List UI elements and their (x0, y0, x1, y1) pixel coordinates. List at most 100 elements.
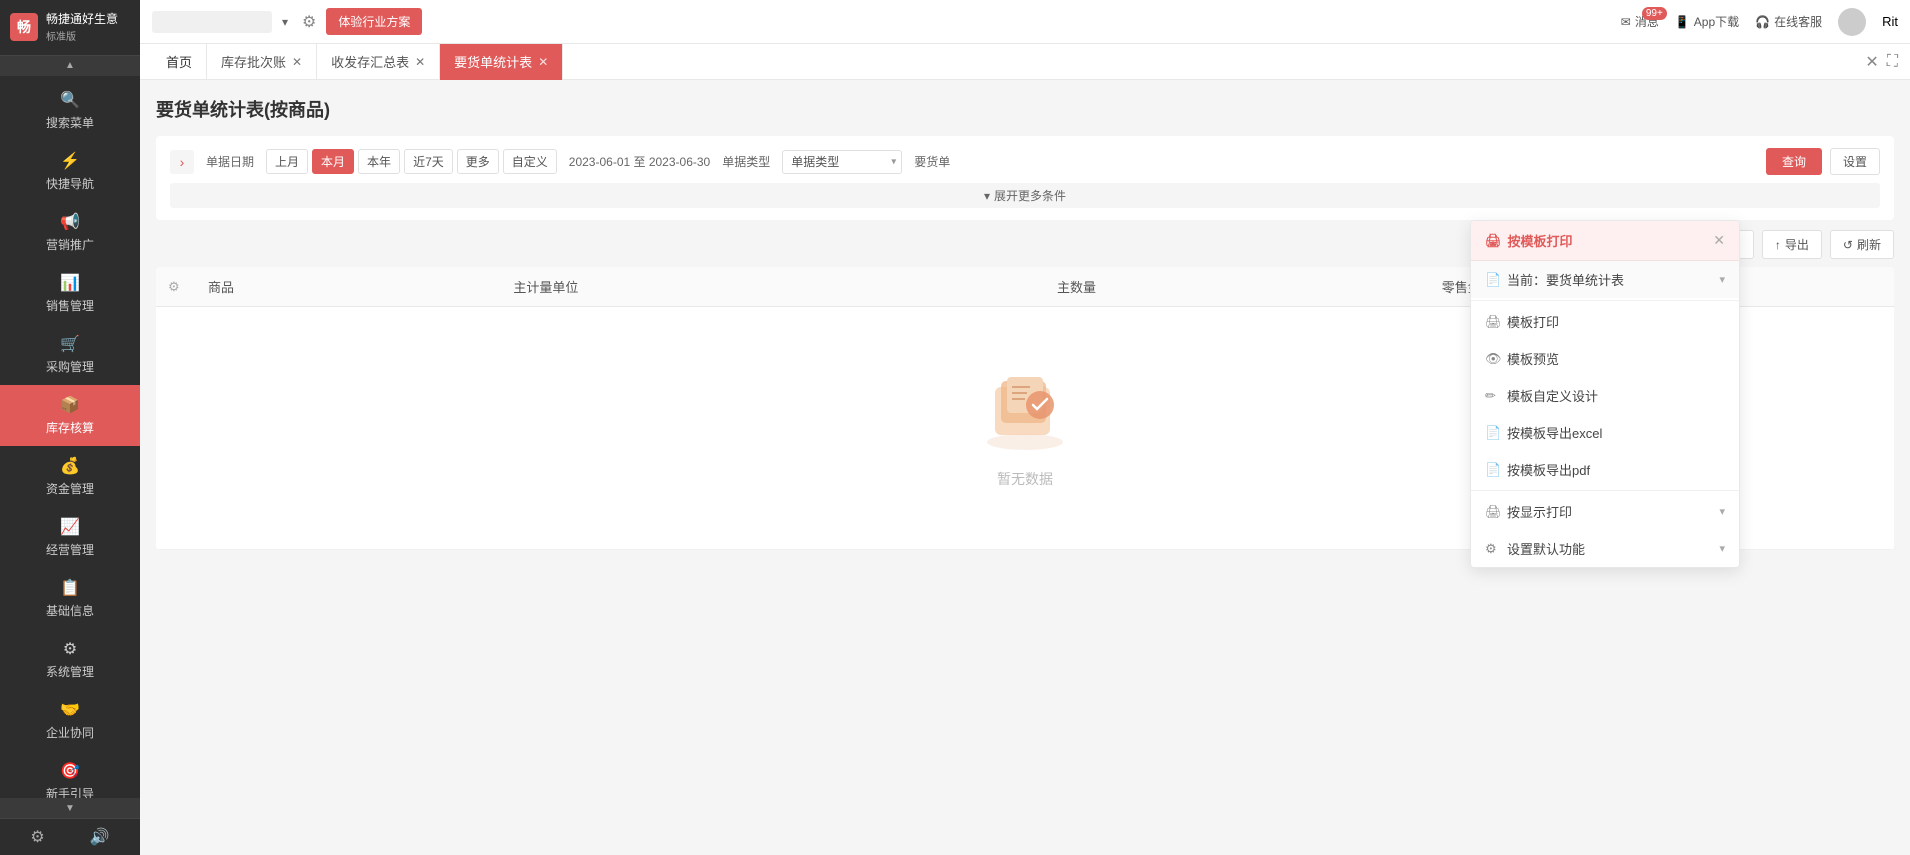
app-download-btn[interactable]: 📱 App下载 (1675, 13, 1739, 30)
purchase-icon: 🛒 (60, 334, 80, 354)
sidebar-item-label: 采购管理 (46, 358, 94, 375)
dropdown-current-label: 当前：要货单统计表 (1507, 270, 1624, 289)
sidebar-logo: 畅 畅捷通好生意 标准版 (0, 0, 140, 56)
query-button[interactable]: 查询 (1766, 148, 1822, 175)
sidebar-settings-btn[interactable]: ⚙ (30, 827, 44, 847)
date-current-btn[interactable]: 本月 (312, 149, 354, 174)
sidebar-scroll-up[interactable]: ▲ (0, 56, 140, 76)
export-icon: ↑ (1775, 238, 1781, 252)
sidebar-item-label: 经营管理 (46, 541, 94, 558)
operations-icon: 📈 (60, 517, 80, 537)
sidebar-item-collab[interactable]: 🤝 企业协同 (0, 690, 140, 751)
sidebar: 畅 畅捷通好生意 标准版 ▲ 🔍 搜索菜单 ⚡ 快捷导航 📢 营销推广 📊 销售… (0, 0, 140, 855)
empty-illustration (975, 367, 1075, 457)
logo-icon: 畅 (10, 13, 38, 41)
sidebar-item-purchase[interactable]: 🛒 采购管理 (0, 324, 140, 385)
tab-receipts-summary[interactable]: 收发存汇总表 ✕ (317, 44, 440, 80)
tabs-right: ✕ ⛶ (1865, 52, 1898, 72)
date-year-btn[interactable]: 本年 (358, 149, 400, 174)
date-7days-btn[interactable]: 近7天 (404, 149, 453, 174)
dropdown-set-default-label: 设置默认功能 (1507, 539, 1585, 558)
dropdown-export-pdf-label: 按模板导出pdf (1507, 460, 1590, 479)
table-settings-icon[interactable]: ⚙ (168, 279, 180, 294)
settings-button[interactable]: 设置 (1830, 148, 1880, 175)
tab-order-stats[interactable]: 要货单统计表 ✕ (440, 44, 563, 80)
expand-icon: ▾ (984, 189, 990, 203)
system-icon: ⚙ (63, 639, 77, 659)
dropdown-close-btn[interactable]: ✕ (1713, 232, 1725, 249)
online-service-btn[interactable]: 🎧 在线客服 (1755, 13, 1822, 30)
dropdown-template-print-item[interactable]: 🖨 模板打印 (1471, 303, 1739, 340)
sidebar-item-finance[interactable]: 💰 资金管理 (0, 446, 140, 507)
sidebar-item-label: 资金管理 (46, 480, 94, 497)
order-type-label: 单据类型 (722, 153, 770, 170)
tab-order-stats-label: 要货单统计表 (454, 52, 532, 71)
sidebar-item-operations[interactable]: 📈 经营管理 (0, 507, 140, 568)
filter-toggle-btn[interactable]: › (170, 150, 194, 174)
message-icon: ✉ (1621, 15, 1631, 29)
sidebar-item-label: 快捷导航 (46, 175, 94, 192)
tab-home[interactable]: 首页 (152, 44, 207, 80)
dropdown-default-icon: ⚙ (1485, 541, 1497, 557)
promo-button[interactable]: 体验行业方案 (326, 8, 422, 35)
tab-receipts-close[interactable]: ✕ (415, 55, 425, 69)
topbar-search-input[interactable] (152, 11, 272, 33)
quicknav-icon: ⚡ (60, 151, 80, 171)
sidebar-item-basic[interactable]: 📋 基础信息 (0, 568, 140, 629)
dropdown-divider-2 (1471, 490, 1739, 491)
sidebar-item-label: 销售管理 (46, 297, 94, 314)
dropdown-display-print-label: 按显示打印 (1507, 502, 1572, 521)
sidebar-item-search[interactable]: 🔍 搜索菜单 (0, 80, 140, 141)
dropdown-current-item[interactable]: 📄 当前：要货单统计表 ▾ (1471, 261, 1739, 298)
order-type-select[interactable]: 单据类型 (782, 150, 902, 174)
sidebar-item-marketing[interactable]: 📢 营销推广 (0, 202, 140, 263)
date-custom-btn[interactable]: 自定义 (503, 149, 557, 174)
dropdown-display-print-item[interactable]: 🖨 按显示打印 ▾ (1471, 493, 1739, 530)
dropdown-design-icon: ✏ (1485, 388, 1496, 404)
sidebar-item-quicknav[interactable]: ⚡ 快捷导航 (0, 141, 140, 202)
sidebar-item-guide[interactable]: 🎯 新手引导 (0, 751, 140, 798)
user-avatar[interactable] (1838, 8, 1866, 36)
order-type-select-wrap: 单据类型 (782, 150, 902, 174)
online-service-label: 在线客服 (1774, 13, 1822, 30)
topbar-settings-icon[interactable]: ⚙ (302, 12, 316, 32)
service-icon: 🎧 (1755, 15, 1770, 29)
sales-icon: 📊 (60, 273, 80, 293)
sidebar-item-sales[interactable]: 📊 销售管理 (0, 263, 140, 324)
tab-order-stats-close[interactable]: ✕ (538, 55, 548, 69)
filter-expand-btn[interactable]: ▾ 展开更多条件 (170, 183, 1880, 208)
sidebar-audio-btn[interactable]: 🔊 (90, 827, 110, 847)
tab-batch-account[interactable]: 库存批次账 ✕ (207, 44, 317, 80)
sidebar-scroll-down[interactable]: ▼ (0, 798, 140, 818)
table-settings-header: ⚙ (156, 267, 196, 307)
dropdown-template-preview-item[interactable]: 👁 模板预览 (1471, 340, 1739, 377)
messages-btn[interactable]: ✉ 消息 99+ (1621, 13, 1659, 30)
topbar-dropdown[interactable]: ▾ (282, 15, 288, 29)
dropdown-expand-icon: ▾ (1719, 273, 1725, 286)
tab-expand-btn[interactable]: ⛶ (1887, 53, 1898, 71)
tab-close-all-btn[interactable]: ✕ (1865, 52, 1878, 72)
sidebar-item-label: 企业协同 (46, 724, 94, 741)
sidebar-item-inventory[interactable]: 📦 库存核算 (0, 385, 140, 446)
dropdown-export-excel-item[interactable]: 📄 按模板导出excel (1471, 414, 1739, 451)
dropdown-export-pdf-item[interactable]: 📄 按模板导出pdf (1471, 451, 1739, 488)
guide-icon: 🎯 (60, 761, 80, 781)
export-btn[interactable]: ↑ 导出 (1762, 230, 1822, 259)
empty-text: 暂无数据 (997, 469, 1053, 489)
topbar: ▾ ⚙ 体验行业方案 ✉ 消息 99+ 📱 App下载 🎧 在线客服 Rit (140, 0, 1910, 44)
refresh-icon: ↺ (1843, 238, 1853, 252)
expand-label: 展开更多条件 (994, 187, 1066, 204)
dropdown-print-icon: 🖨 (1485, 314, 1502, 330)
dropdown-template-design-item[interactable]: ✏ 模板自定义设计 (1471, 377, 1739, 414)
dropdown-expand-2-icon: ▾ (1719, 505, 1725, 518)
dropdown-set-default-item[interactable]: ⚙ 设置默认功能 ▾ (1471, 530, 1739, 567)
sidebar-item-system[interactable]: ⚙ 系统管理 (0, 629, 140, 690)
date-prev-btn[interactable]: 上月 (266, 149, 308, 174)
dropdown-expand-3-icon: ▾ (1719, 542, 1725, 555)
tab-batch-account-close[interactable]: ✕ (292, 55, 302, 69)
dropdown-divider-1 (1471, 300, 1739, 301)
dropdown-template-preview-label: 模板预览 (1507, 349, 1559, 368)
sidebar-item-label: 搜索菜单 (46, 114, 94, 131)
refresh-btn[interactable]: ↺ 刷新 (1830, 230, 1894, 259)
date-more-btn[interactable]: 更多 (457, 149, 499, 174)
